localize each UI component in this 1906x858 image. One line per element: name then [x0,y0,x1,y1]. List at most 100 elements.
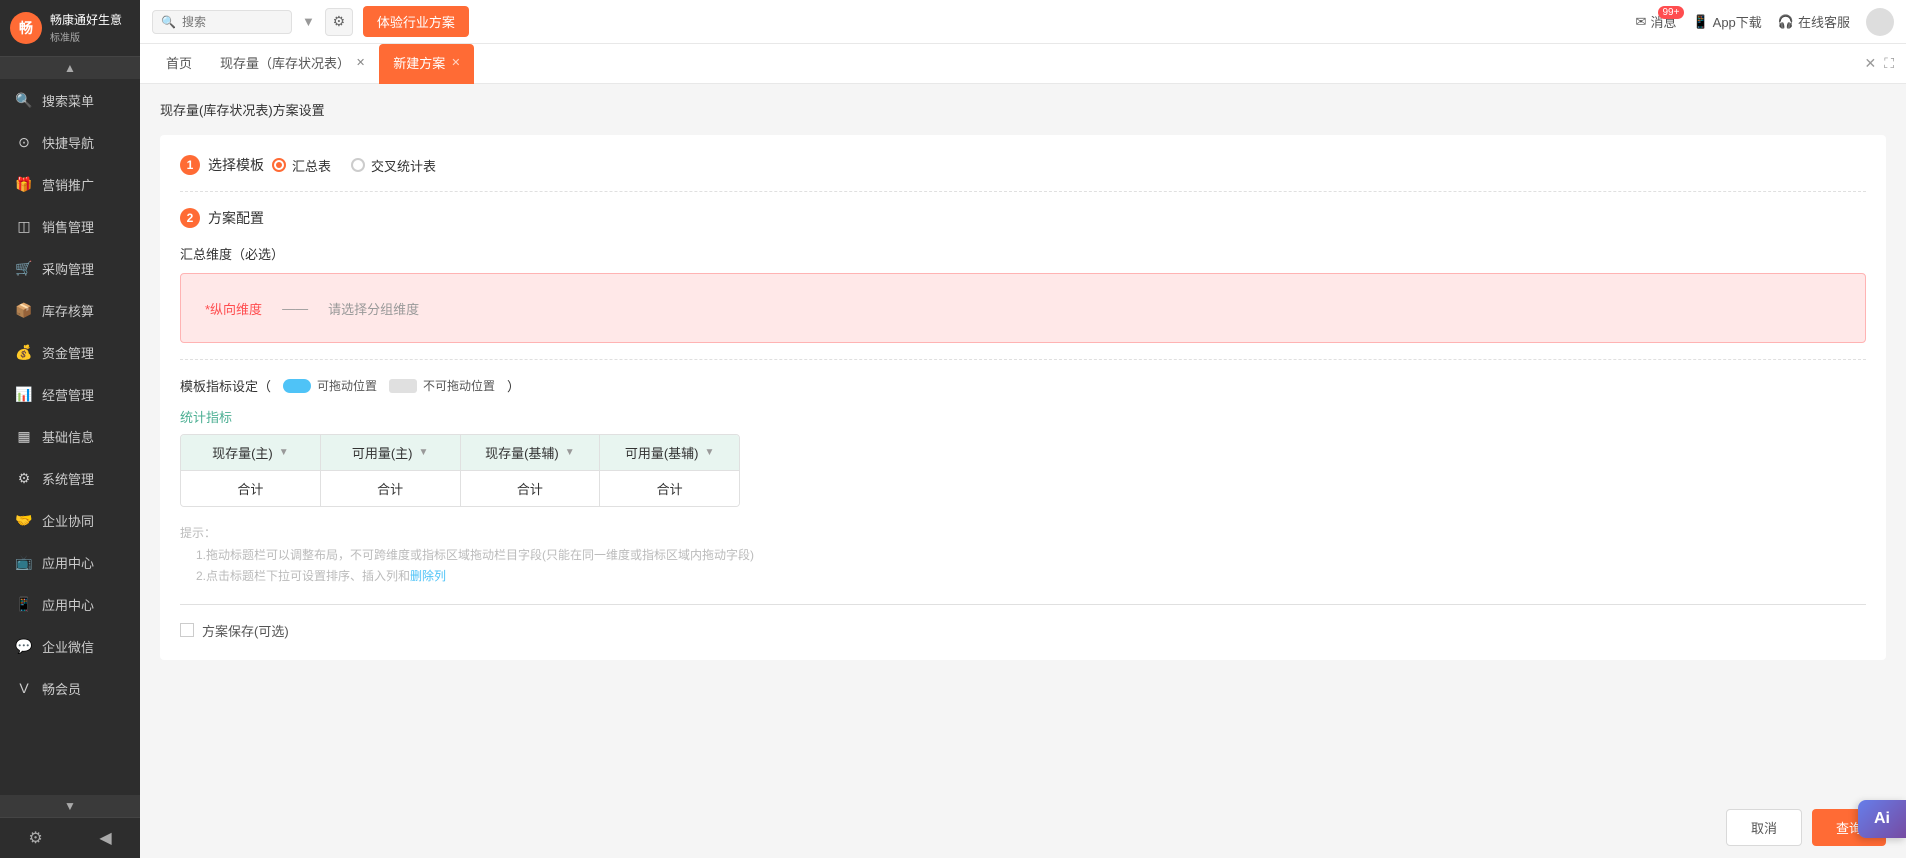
save-option: 方案保存(可选) [180,604,1866,640]
logo-text: 畅康通好生意 标准版 [50,12,122,44]
col4-chevron[interactable]: ▼ [705,447,715,458]
info-icon: ▦ [14,426,34,446]
stats-col-1[interactable]: 现存量(主) ▼ [181,435,321,470]
sidebar-item-wechat[interactable]: 💬 企业微信 [0,625,140,667]
sidebar-item-purchase[interactable]: 🛒 采购管理 [0,247,140,289]
search-input[interactable] [182,15,282,29]
col2-chevron[interactable]: ▼ [419,447,429,458]
sidebar-item-sales[interactable]: ◫ 销售管理 [0,205,140,247]
tab-new-plan-close-button[interactable]: ✕ [451,56,460,69]
sidebar-scroll-down[interactable]: ▼ [0,795,140,817]
settings-button[interactable]: ⚙ [28,828,42,848]
stats-col-4[interactable]: 可用量(基辅) ▼ [600,435,739,470]
search-icon: 🔍 [14,90,34,110]
stats-table-body: 合计 合计 合计 合计 [181,470,739,506]
dimension-box[interactable]: *纵向维度 —— 请选择分组维度 [180,273,1866,343]
radio-cross-circle [351,158,365,172]
close-window-button[interactable]: ✕ [1864,55,1876,72]
drag-indicator [283,379,311,393]
settings-panel: 1 选择模板 汇总表 交叉统计表 2 方案配置 [160,135,1886,660]
topbar: 🔍 ▼ ⚙ 体验行业方案 ✉ 消息 99+ 📱 App下载 🎧 在线客服 [140,0,1906,44]
sales-icon: ◫ [14,216,34,236]
topbar-right: ✉ 消息 99+ 📱 App下载 🎧 在线客服 [1636,8,1894,36]
dimension-required-label: *纵向维度 [205,299,262,318]
radio-summary[interactable]: 汇总表 [272,156,331,175]
drag-badge: 可拖动位置 [283,377,377,394]
app-download-button[interactable]: 📱 App下载 [1692,12,1761,31]
expand-window-button[interactable]: ⛶ [1884,55,1894,72]
no-drag-indicator [389,379,417,393]
stats-table: 现存量(主) ▼ 可用量(主) ▼ 现存量(基辅) ▼ 可用量(基辅) ▼ [180,434,740,507]
sidebar-item-finance[interactable]: 💰 资金管理 [0,331,140,373]
search-box[interactable]: 🔍 [152,10,292,34]
sidebar-item-marketing[interactable]: 🎁 营销推广 [0,163,140,205]
enterprise-icon: 🤝 [14,510,34,530]
app-download-icon: 📱 [1692,14,1708,30]
tab-new-plan[interactable]: 新建方案 ✕ [379,44,474,84]
box-icon: 📦 [14,300,34,320]
section1-title: 选择模板 [208,155,264,175]
search-icon: 🔍 [161,15,176,29]
message-icon: ✉ [1636,14,1647,30]
ops-icon: 📊 [14,384,34,404]
sidebar-scroll-up[interactable]: ▲ [0,57,140,79]
dimension-dash: —— [282,301,308,316]
content-area: 现存量(库存状况表)方案设置 1 选择模板 汇总表 交叉统计表 [140,84,1906,858]
settings-gear-button[interactable]: ⚙ [325,8,353,36]
tab-inventory-status[interactable]: 现存量（库存状况表） ✕ [206,44,379,84]
sidebar-item-search-menu[interactable]: 🔍 搜索菜单 [0,79,140,121]
member-icon: V [14,678,34,698]
sidebar-item-member[interactable]: V 畅会员 [0,667,140,709]
sidebar-item-basic-info[interactable]: ▦ 基础信息 [0,415,140,457]
section1-num: 1 [180,155,200,175]
sidebar-item-enterprise[interactable]: 🤝 企业协同 [0,499,140,541]
trial-industry-button[interactable]: 体验行业方案 [363,6,469,37]
section2-header: 2 方案配置 [180,208,1866,228]
sidebar-item-quick-nav[interactable]: ⊙ 快捷导航 [0,121,140,163]
collapse-button[interactable]: ◀ [99,828,111,848]
messages-button[interactable]: ✉ 消息 99+ [1636,12,1677,31]
col1-chevron[interactable]: ▼ [279,447,289,458]
guide-icon: 📺 [14,552,34,572]
col3-chevron[interactable]: ▼ [565,447,575,458]
template-options: 汇总表 交叉统计表 [272,156,436,175]
stats-cell-1-3: 合计 [461,471,601,506]
indicator-settings-label: 模板指标设定（ [180,376,271,395]
stats-col-3[interactable]: 现存量(基辅) ▼ [461,435,601,470]
stats-label: 统计指标 [180,407,1866,426]
cancel-button[interactable]: 取消 [1726,809,1802,846]
sidebar: 畅 畅康通好生意 标准版 ▲ 🔍 搜索菜单 ⊙ 快捷导航 🎁 营销推广 ◫ 销售… [0,0,140,858]
gift-icon: 🎁 [14,174,34,194]
radio-summary-circle [272,158,286,172]
section2-num: 2 [180,208,200,228]
quick-nav-icon: ⊙ [14,132,34,152]
save-label: 方案保存(可选) [202,621,289,640]
app-icon: 📱 [14,594,34,614]
stats-col-2[interactable]: 可用量(主) ▼ [321,435,461,470]
sidebar-item-inventory[interactable]: 📦 库存核算 [0,289,140,331]
indicator-settings: 模板指标设定（ 可拖动位置 不可拖动位置 ） [180,376,1866,395]
sidebar-item-system[interactable]: ⚙ 系统管理 [0,457,140,499]
page-title: 现存量(库存状况表)方案设置 [160,100,1886,119]
divider1 [180,191,1866,192]
tips-section: 提示： 1.拖动标题栏可以调整布局，不可跨维度或指标区域拖动栏目字段(只能在同一… [180,523,1866,588]
save-checkbox[interactable] [180,623,194,637]
finance-icon: 💰 [14,342,34,362]
ai-button[interactable]: Ai [1858,800,1906,838]
sidebar-item-operations[interactable]: 📊 经营管理 [0,373,140,415]
aggregate-label: 汇总维度（必选） [180,244,1866,263]
wechat-icon: 💬 [14,636,34,656]
tab-inventory-close-button[interactable]: ✕ [356,56,365,69]
tab-home[interactable]: 首页 [152,44,206,84]
section1-header: 1 选择模板 汇总表 交叉统计表 [180,155,1866,175]
aggregate-section: 汇总维度（必选） *纵向维度 —— 请选择分组维度 [180,244,1866,343]
radio-cross[interactable]: 交叉统计表 [351,156,436,175]
dropdown-icon[interactable]: ▼ [302,14,315,29]
sidebar-item-app-center[interactable]: 📱 应用中心 [0,583,140,625]
app-logo: 畅 畅康通好生意 标准版 [0,0,140,57]
sidebar-item-new-guide[interactable]: 📺 应用中心 [0,541,140,583]
headset-icon: 🎧 [1778,14,1794,30]
user-avatar[interactable] [1866,8,1894,36]
online-service-button[interactable]: 🎧 在线客服 [1778,12,1850,31]
message-badge: 99+ [1658,6,1685,19]
